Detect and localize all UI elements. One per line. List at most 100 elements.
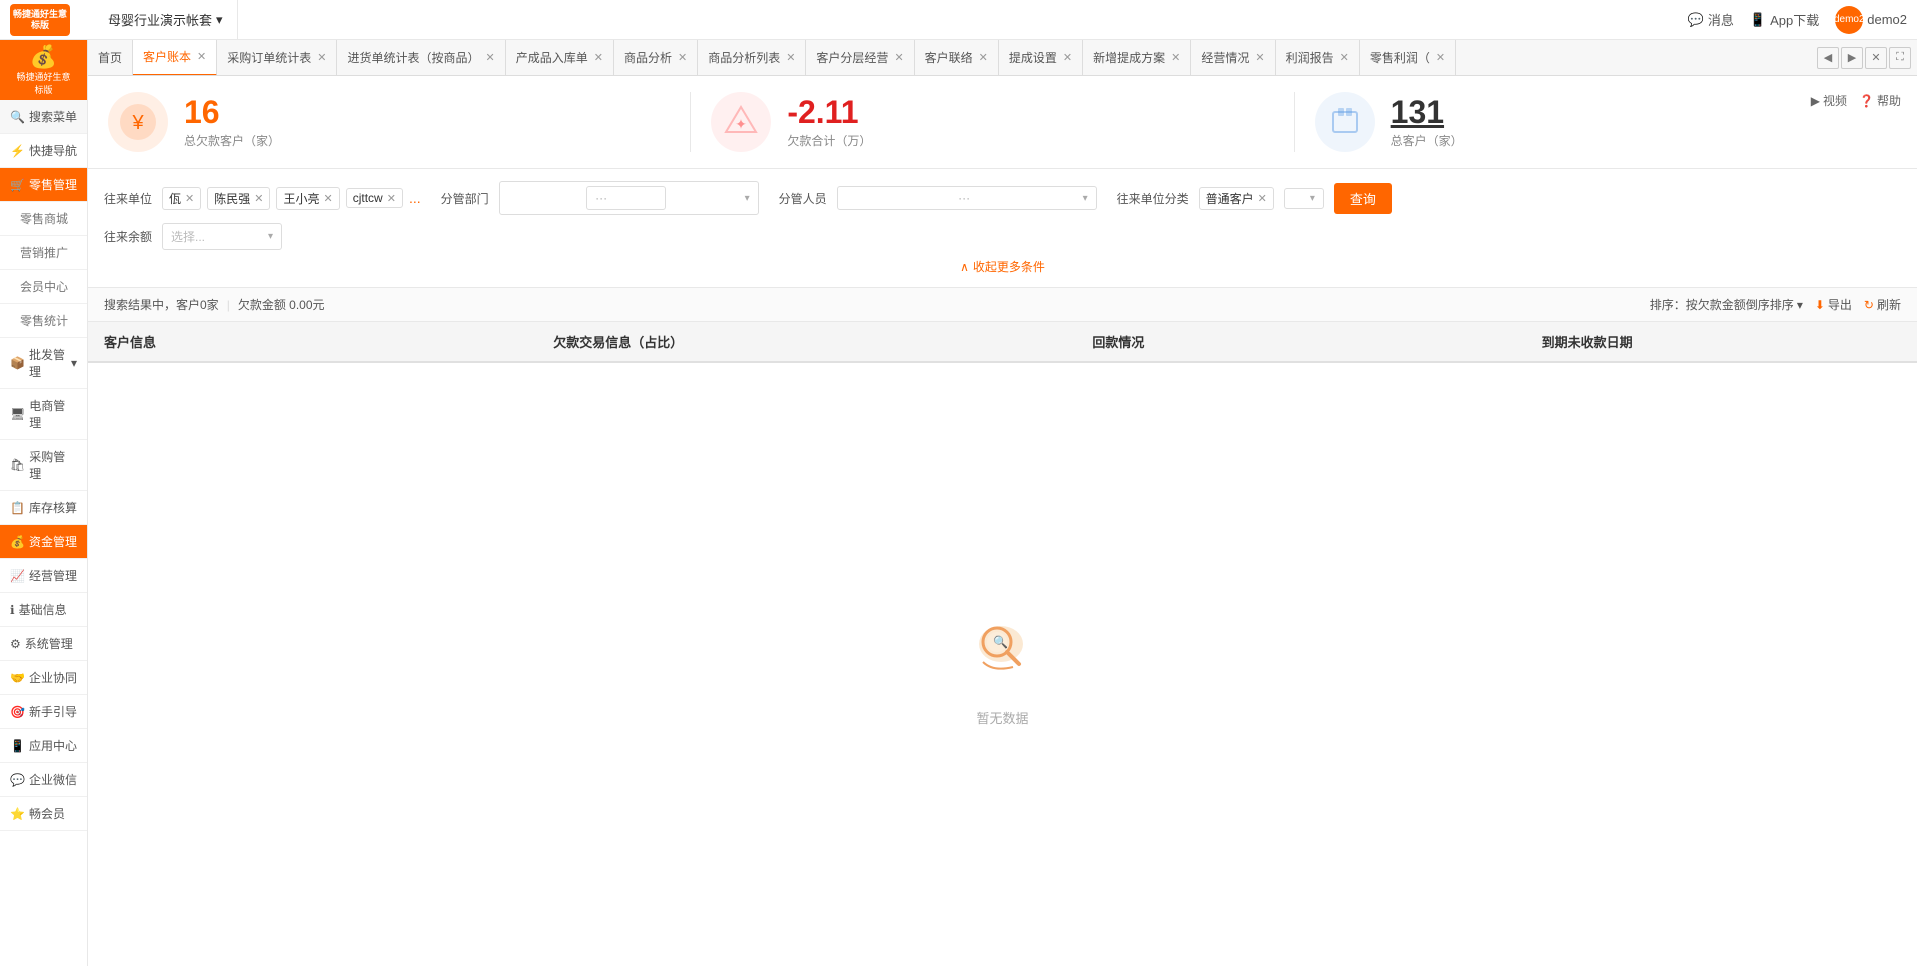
tab-close-product-analysis-list[interactable]: ✕	[786, 51, 795, 64]
tab-retail-profit[interactable]: 零售利润（ ✕	[1360, 40, 1456, 76]
remainder-label: 往来余额	[104, 228, 152, 245]
chevron-down-icon: ▾	[216, 12, 223, 28]
logo-area: 畅捷通好生意 标版	[10, 4, 98, 36]
dept-select[interactable]: ··· ▾	[499, 181, 759, 215]
dots-person-icon: ···	[958, 191, 970, 205]
summary-help: ▶ 视频 ❓ 帮助	[1811, 92, 1901, 109]
sidebar-item-inventory[interactable]: 📋 库存核算	[0, 491, 87, 525]
tab-promotion-settings[interactable]: 提成设置 ✕	[999, 40, 1083, 76]
card-3-text: 131 总客户（家）	[1391, 96, 1463, 149]
account-name: 母婴行业演示帐套	[108, 10, 212, 29]
tab-new-promotion-plan[interactable]: 新增提成方案 ✕	[1083, 40, 1191, 76]
sidebar-item-new-guide[interactable]: 🎯 新手引导	[0, 695, 87, 729]
filter-tag-unit-type-0[interactable]: 普通客户 ✕	[1199, 187, 1274, 210]
tab-close-product-analysis[interactable]: ✕	[678, 51, 687, 64]
message-button[interactable]: 💬 消息	[1688, 10, 1734, 29]
sidebar-item-vip[interactable]: ⭐ 畅会员	[0, 797, 87, 831]
sidebar-item-enterprise-coop[interactable]: 🤝 企业协同	[0, 661, 87, 695]
tab-profit-report[interactable]: 利润报告 ✕	[1276, 40, 1360, 76]
unit-type-dropdown[interactable]: ▾	[1284, 188, 1324, 209]
empty-state-icon: 🔍	[963, 602, 1043, 682]
app-icon: 📱	[10, 739, 25, 753]
sidebar-item-app-center[interactable]: 📱 应用中心	[0, 729, 87, 763]
separator-1: |	[227, 298, 230, 312]
guide-icon: 🎯	[10, 705, 25, 719]
sidebar-item-enterprise-wechat[interactable]: 💬 企业微信	[0, 763, 87, 797]
sidebar-item-retail-stats[interactable]: 零售统计	[0, 304, 87, 338]
filter-tag-unit-2[interactable]: 王小亮 ✕	[276, 187, 339, 210]
tab-close-business-status[interactable]: ✕	[1255, 51, 1264, 64]
col-header-repay: 回款情况	[1092, 332, 1541, 351]
app-download-button[interactable]: 📱 App下载	[1750, 10, 1819, 29]
filter-tag-0-close[interactable]: ✕	[185, 192, 194, 205]
filter-tag-unit-3[interactable]: cjttcw ✕	[346, 188, 403, 208]
tab-customer-account[interactable]: 客户账本 ✕	[133, 40, 217, 76]
tab-close-customer-account[interactable]: ✕	[197, 50, 206, 63]
filter-tag-unit-1[interactable]: 陈民强 ✕	[207, 187, 270, 210]
remainder-select[interactable]: 选择... ▾	[162, 223, 282, 250]
sidebar-item-finance[interactable]: 💰 资金管理	[0, 525, 87, 559]
tab-close-retail-profit[interactable]: ✕	[1436, 51, 1445, 64]
tab-close-profit-report[interactable]: ✕	[1340, 51, 1349, 64]
filter-tag-1-close[interactable]: ✕	[254, 192, 263, 205]
sidebar-item-retail-mall[interactable]: 零售商城	[0, 202, 87, 236]
user-avatar-button[interactable]: demo2 demo2	[1835, 6, 1907, 34]
video-help-link[interactable]: ▶ 视频	[1811, 92, 1847, 109]
person-select[interactable]: ··· ▾	[837, 186, 1097, 210]
remainder-placeholder: 选择...	[171, 228, 205, 245]
sidebar-item-quick-nav[interactable]: ⚡ 快捷导航	[0, 134, 87, 168]
sidebar-item-marketing[interactable]: 营销推广	[0, 236, 87, 270]
unit-type-tag-close[interactable]: ✕	[1258, 192, 1267, 205]
help-link[interactable]: ❓ 帮助	[1859, 92, 1901, 109]
card-1-text: 16 总欠款客户（家）	[184, 96, 280, 149]
tab-close-customer-contact[interactable]: ✕	[979, 51, 988, 64]
filter-tag-0-text: 佤	[169, 190, 181, 207]
sidebar-logo[interactable]: 💰 畅捷通好生意 标版	[0, 40, 87, 100]
tab-product-analysis[interactable]: 商品分析 ✕	[614, 40, 698, 76]
tab-prev-button[interactable]: ◀	[1817, 47, 1839, 69]
tab-close-product-inbound[interactable]: ✕	[594, 51, 603, 64]
tab-next-button[interactable]: ▶	[1841, 47, 1863, 69]
tab-close-promotion-settings[interactable]: ✕	[1063, 51, 1072, 64]
sort-button[interactable]: 排序：按欠款金额倒序排序 ▾	[1650, 296, 1803, 313]
account-selector[interactable]: 母婴行业演示帐套 ▾	[98, 0, 238, 39]
tab-close-customer-tier[interactable]: ✕	[894, 51, 903, 64]
app-wrapper: 畅捷通好生意 标版 母婴行业演示帐套 ▾ 💬 消息 📱 App下载 demo2	[0, 0, 1917, 966]
sidebar-item-member-center[interactable]: 会员中心	[0, 270, 87, 304]
tab-close-incoming-stats[interactable]: ✕	[486, 51, 495, 64]
collapse-button[interactable]: ∧ 收起更多条件	[104, 258, 1901, 275]
sidebar-item-operation[interactable]: 📈 经营管理	[0, 559, 87, 593]
sidebar-item-system[interactable]: ⚙ 系统管理	[0, 627, 87, 661]
card-1-value: 16	[184, 96, 280, 128]
tab-home[interactable]: 首页	[88, 40, 133, 76]
more-unit-tags-button[interactable]: ...	[409, 190, 421, 206]
sidebar-item-ecommerce[interactable]: 🖥 电商管理	[0, 389, 87, 440]
tab-close-all-button[interactable]: ✕	[1865, 47, 1887, 69]
sidebar-item-basic-info[interactable]: ℹ 基础信息	[0, 593, 87, 627]
query-button[interactable]: 查询	[1334, 183, 1392, 214]
tab-business-status[interactable]: 经营情况 ✕	[1191, 40, 1275, 76]
tab-purchase-order[interactable]: 采购订单统计表 ✕	[217, 40, 337, 76]
summary-card-debt: ✦ -2.11 欠款合计（万）	[711, 92, 1294, 152]
tab-customer-tier[interactable]: 客户分层经营 ✕	[806, 40, 914, 76]
sidebar-item-search-menu[interactable]: 🔍 搜索菜单	[0, 100, 87, 134]
sidebar-item-purchase[interactable]: 🛍 采购管理	[0, 440, 87, 491]
wechat-icon: 💬	[10, 773, 25, 787]
filter-tag-3-close[interactable]: ✕	[387, 192, 396, 205]
refresh-button[interactable]: ↻ 刷新	[1864, 296, 1901, 313]
sidebar-item-retail-mgmt[interactable]: 🛒 零售管理	[0, 168, 87, 202]
tab-close-purchase-order[interactable]: ✕	[317, 51, 326, 64]
export-button[interactable]: ⬇ 导出	[1815, 296, 1852, 313]
inventory-icon: 📋	[10, 501, 25, 515]
filter-tag-2-close[interactable]: ✕	[324, 192, 333, 205]
tab-customer-contact[interactable]: 客户联络 ✕	[915, 40, 999, 76]
tab-incoming-stats[interactable]: 进货单统计表（按商品） ✕	[337, 40, 505, 76]
card-2-value: -2.11	[787, 96, 871, 128]
tab-close-new-promotion-plan[interactable]: ✕	[1171, 51, 1180, 64]
tab-expand-button[interactable]: ⛶	[1889, 47, 1911, 69]
filter-tag-unit-0[interactable]: 佤 ✕	[162, 187, 201, 210]
tab-product-inbound[interactable]: 产成品入库单 ✕	[506, 40, 614, 76]
tab-product-analysis-list[interactable]: 商品分析列表 ✕	[698, 40, 806, 76]
sidebar-item-batch-mgmt[interactable]: 📦 批发管理	[0, 338, 87, 389]
filter-bar: 往来单位 佤 ✕ 陈民强 ✕ 王小亮 ✕	[88, 169, 1917, 288]
